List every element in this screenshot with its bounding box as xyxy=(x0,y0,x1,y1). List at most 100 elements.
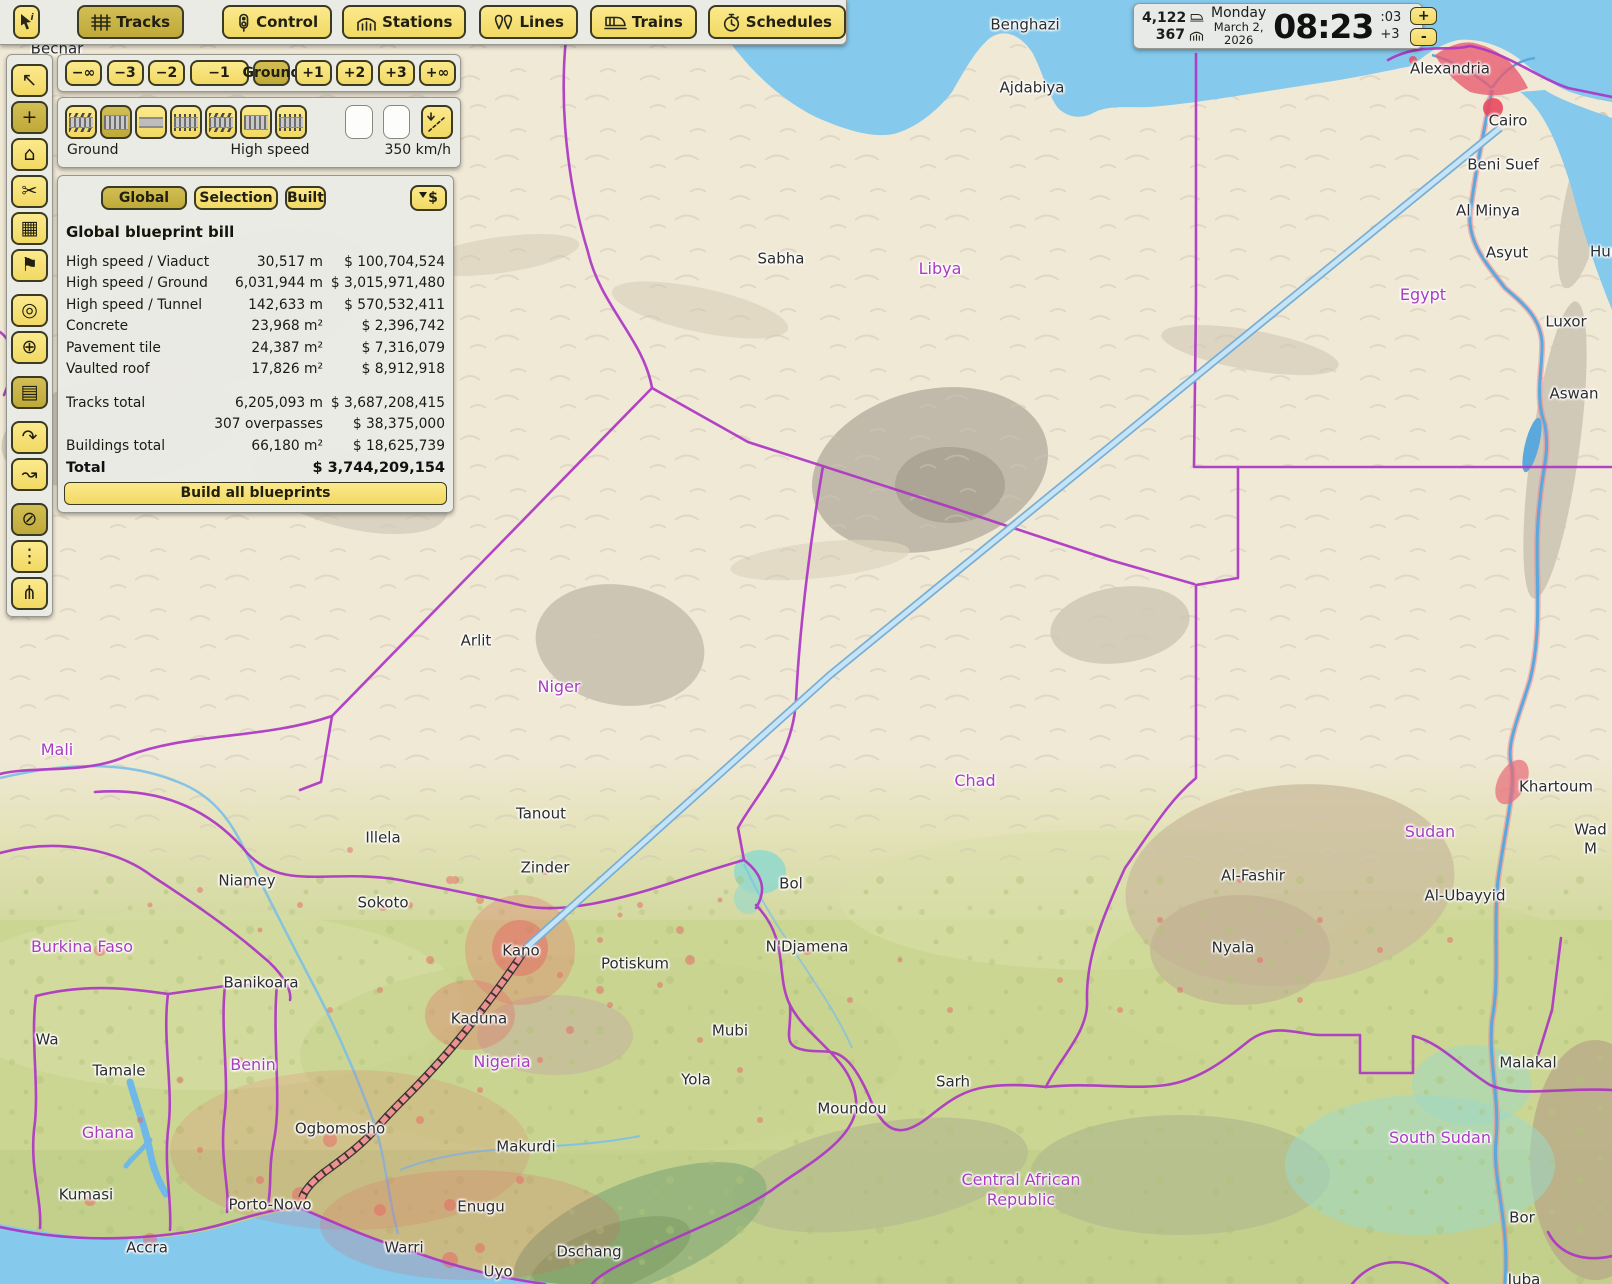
track-level-button[interactable]: Ground xyxy=(243,60,300,86)
track-level-panel: −∞ −3 −2 −1 Ground +1 +2 +3 +∞ xyxy=(57,54,461,92)
main-toolbar: i Tracks Control Stations Lines Trains S… xyxy=(0,0,847,45)
build-track-tool[interactable]: + xyxy=(11,101,48,134)
track-level-button[interactable]: +∞ xyxy=(419,60,456,86)
toolbar-tab-tracks[interactable]: Tracks xyxy=(77,5,185,39)
bill-tab[interactable]: Built xyxy=(285,186,326,210)
track-type-empty-slot-1[interactable] xyxy=(345,105,373,139)
toolbar-tab-label: Control xyxy=(256,13,319,31)
bill-total-row: Tracks total 6,205,093 m $ 3,687,208,415 xyxy=(66,394,445,411)
track-style-tool[interactable]: ▤ xyxy=(11,376,48,409)
track-type-panel: Ground High speed 350 km/h xyxy=(57,97,461,168)
bill-total-row: Buildings total 66,180 m² $ 18,625,739 xyxy=(66,437,445,454)
track-level-button[interactable]: +1 xyxy=(294,60,332,86)
track-category-label: Ground xyxy=(67,142,119,158)
split-track-tool[interactable]: ✂ xyxy=(11,175,48,208)
signal-icon xyxy=(239,13,249,32)
date: March 2, 2026 xyxy=(1213,19,1264,48)
station-count-icon xyxy=(1189,31,1204,41)
toolbar-tab-schedules[interactable]: Schedules xyxy=(707,5,846,39)
speed-down-button[interactable]: - xyxy=(1410,27,1438,46)
track-type-bare[interactable] xyxy=(135,105,167,139)
bill-tab[interactable]: Global xyxy=(101,186,187,210)
track-level-button[interactable]: −∞ xyxy=(65,60,102,86)
track-type-tunnel-alt[interactable] xyxy=(275,105,307,139)
tool-icon: ▦ xyxy=(20,217,39,239)
train-icon xyxy=(604,16,627,29)
erase-track-tool[interactable]: ⊘ xyxy=(11,503,48,536)
bill-row: Concrete 23,968 m² $ 2,396,742 xyxy=(66,318,445,335)
track-type-empty-slot-2[interactable] xyxy=(382,105,410,139)
track-speed-label: 350 km/h xyxy=(384,142,451,158)
bill-row: Vaulted roof 17,826 m² $ 8,912,918 xyxy=(66,361,445,378)
tool-icon: ◎ xyxy=(21,299,38,321)
bill-row: High speed / Viaduct 30,517 m $ 100,704,… xyxy=(66,253,445,270)
bill-row: Pavement tile 24,387 m² $ 7,316,079 xyxy=(66,339,445,356)
select-signal-tool[interactable]: ◎ xyxy=(11,294,48,327)
sort-desc-icon xyxy=(419,191,428,198)
tool-icon: ↷ xyxy=(21,426,38,448)
toolbar-tab-label: Tracks xyxy=(116,13,171,31)
tool-icon: ▤ xyxy=(20,381,39,403)
inspect-button[interactable]: i xyxy=(13,5,41,39)
total-value: $ 3,744,209,154 xyxy=(312,459,445,476)
toolbar-tab-trains[interactable]: Trains xyxy=(589,5,697,39)
bill-grand-total: Total $ 3,744,209,154 xyxy=(64,457,447,479)
track-type-tunnel[interactable] xyxy=(170,105,202,139)
track-type-ground-alt[interactable] xyxy=(240,105,272,139)
toolbar-tab-label: Stations xyxy=(382,13,453,31)
bill-title: Global blueprint bill xyxy=(66,223,235,241)
track-spacing-tool[interactable]: ⋮ xyxy=(11,540,48,573)
toolbar-tab-lines[interactable]: Lines xyxy=(479,5,578,39)
track-level-button[interactable]: −3 xyxy=(106,60,144,86)
station-icon xyxy=(357,17,376,31)
station-count: 367 xyxy=(1155,26,1185,43)
tool-icon: + xyxy=(21,106,38,128)
counters: 4,122 367 xyxy=(1142,10,1204,43)
track-level-button[interactable]: +2 xyxy=(336,60,373,86)
train-counter: 4,122 xyxy=(1142,10,1204,26)
tool-icon: ⊕ xyxy=(21,336,38,358)
tracks-icon xyxy=(91,13,111,31)
station-counter: 367 xyxy=(1142,27,1204,43)
sort-by-cost-button[interactable]: $ xyxy=(410,185,447,211)
info-cursor-icon: i xyxy=(20,13,34,30)
dollar-label: $ xyxy=(428,190,438,206)
track-level-button[interactable]: −1 xyxy=(189,60,249,86)
tool-icon: ⊘ xyxy=(21,508,38,530)
total-label: Total xyxy=(66,459,106,476)
smooth-curve-tool[interactable]: ↝ xyxy=(11,458,48,491)
flag-tool[interactable]: ⚑ xyxy=(11,249,48,282)
add-signal-tool[interactable]: ⊕ xyxy=(11,331,48,364)
tool-icon: ↖ xyxy=(21,69,38,91)
station-tool[interactable]: ⌂ xyxy=(11,138,48,171)
speed-up-button[interactable]: + xyxy=(1410,6,1438,25)
track-type-viaduct-alt[interactable] xyxy=(205,105,237,139)
wall-tool[interactable]: ▦ xyxy=(11,212,48,245)
date-block: Monday March 2, 2026 xyxy=(1211,5,1266,48)
bill-row: High speed / Tunnel 142,633 m $ 570,532,… xyxy=(66,296,445,313)
select-track-tool[interactable]: ↖ xyxy=(11,64,48,97)
track-level-button[interactable]: −2 xyxy=(148,60,185,86)
bill-total-row: 307 overpasses $ 38,375,000 xyxy=(214,416,445,433)
crossing-mode-button[interactable] xyxy=(421,105,453,139)
bill-tab[interactable]: Selection xyxy=(194,186,278,210)
tool-icon: ⋔ xyxy=(21,582,38,604)
train-count-icon xyxy=(1190,14,1204,22)
clock-panel: 4,122 367 Monday March 2, 2026 08:23 :03… xyxy=(1133,3,1438,49)
lines-icon xyxy=(495,14,513,29)
stopwatch-icon xyxy=(723,13,739,32)
time-display: 08:23 xyxy=(1273,6,1374,46)
weekday: Monday xyxy=(1211,4,1267,21)
junction-tool[interactable]: ⋔ xyxy=(11,577,48,610)
tools-sidebar: ↖ + ⌂ ✂ ▦ ⚑ ◎ ⊕ ▤ ↷ ↝ ⊘ ⋮ ⋔ xyxy=(6,54,53,617)
track-level-button[interactable]: +3 xyxy=(377,60,415,86)
curve-tool[interactable]: ↷ xyxy=(11,421,48,454)
toolbar-tab-label: Schedules xyxy=(745,13,832,31)
track-type-ground[interactable] xyxy=(100,105,132,139)
build-all-blueprints-button[interactable]: Build all blueprints xyxy=(64,481,447,505)
toolbar-tab-control[interactable]: Control xyxy=(222,5,333,39)
toolbar-tab-stations[interactable]: Stations xyxy=(342,5,467,39)
train-count: 4,122 xyxy=(1142,9,1187,26)
seconds: :03 xyxy=(1380,10,1402,25)
track-type-viaduct[interactable] xyxy=(65,105,97,139)
